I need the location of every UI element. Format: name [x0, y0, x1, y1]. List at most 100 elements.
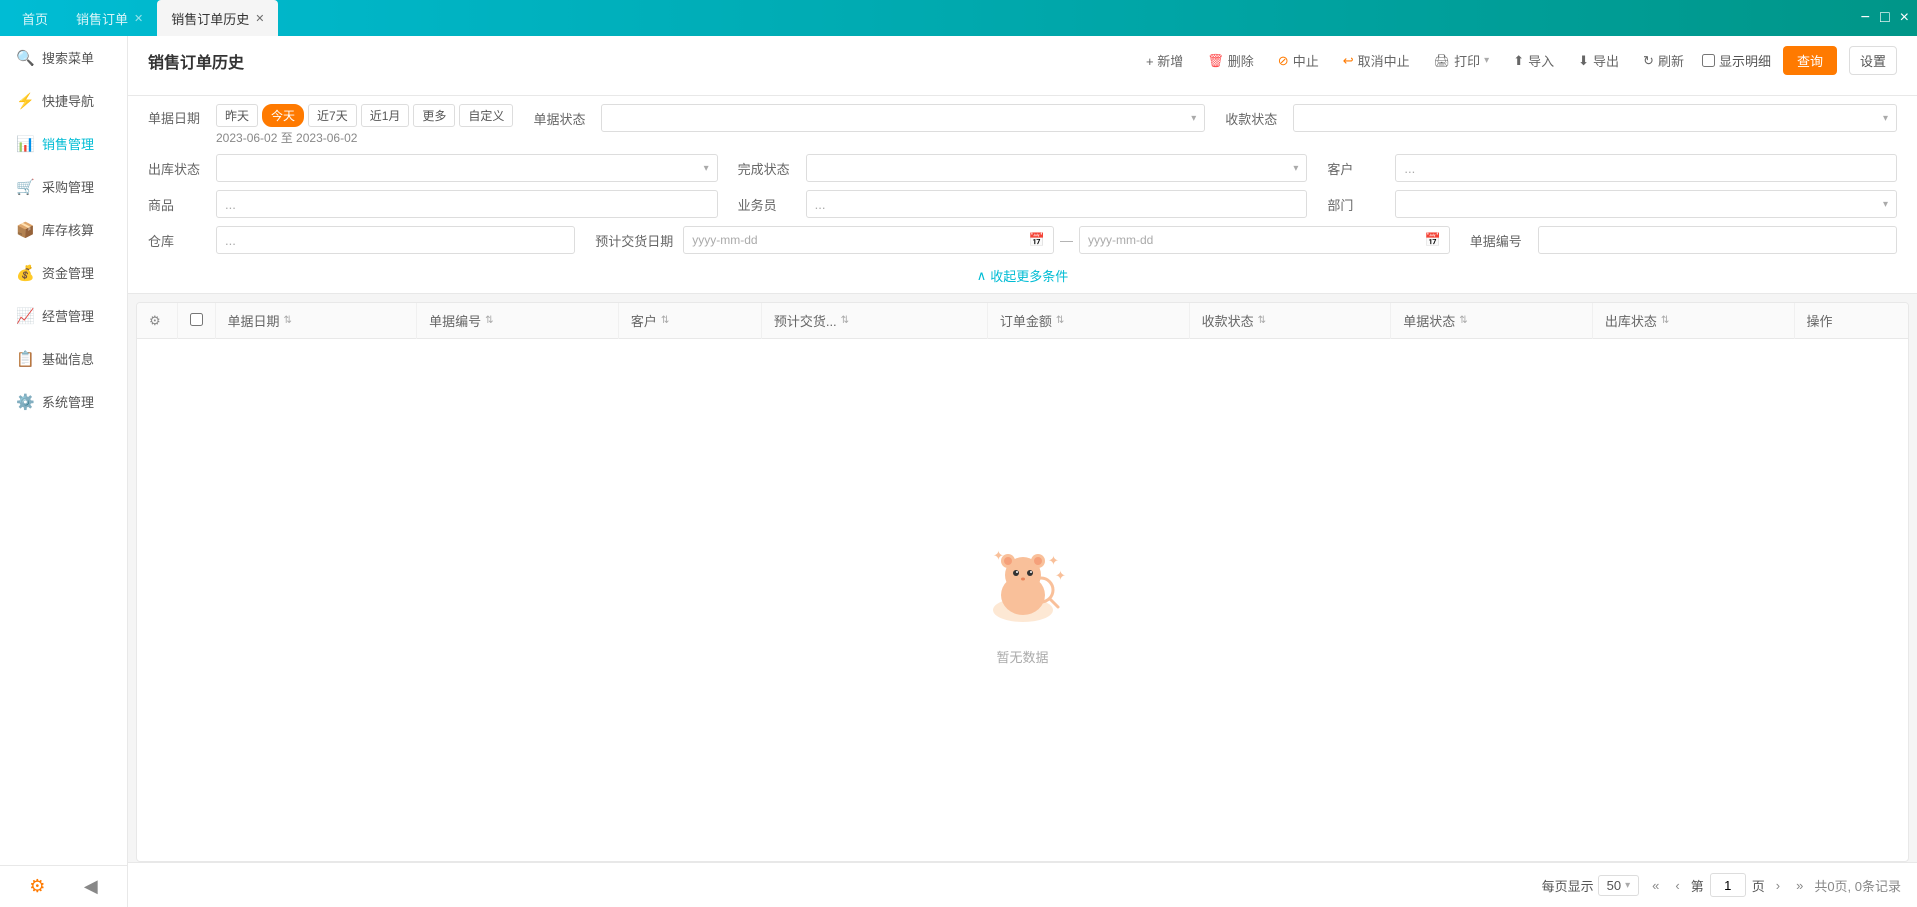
- warehouse-filter: 仓库 ...: [148, 226, 575, 254]
- delivery-date-start[interactable]: yyyy-mm-dd 📅: [683, 226, 1054, 254]
- product-label: 商品: [148, 195, 208, 214]
- page-size-select: 每页显示 50 ▾: [1542, 875, 1640, 896]
- select-all-checkbox[interactable]: [190, 313, 203, 326]
- col-date-sort[interactable]: 单据日期 ⇅: [228, 311, 405, 330]
- pagination: 每页显示 50 ▾ « ‹ 第 页 › » 共0页, 0条记录: [128, 862, 1917, 907]
- delete-button[interactable]: 🗑 删除: [1201, 47, 1260, 74]
- tab-home[interactable]: 首页: [8, 0, 62, 36]
- minimize-btn[interactable]: −: [1861, 9, 1870, 27]
- import-button[interactable]: ⬆ 导入: [1507, 47, 1560, 74]
- date-btn-1month[interactable]: 近1月: [361, 104, 410, 127]
- col-order-amount-sort-icon: ⇅: [1056, 315, 1064, 326]
- collapse-bar[interactable]: ∧ 收起更多条件: [148, 262, 1897, 289]
- col-expected-delivery-sort[interactable]: 预计交货... ⇅: [774, 311, 975, 330]
- date-btn-more[interactable]: 更多: [413, 104, 455, 127]
- date-btn-7days[interactable]: 近7天: [308, 104, 357, 127]
- sidebar-item-inventory[interactable]: 📦 库存核算: [0, 208, 127, 251]
- sidebar: 🔍 搜索菜单 ⚡ 快捷导航 📊 销售管理 🛒 采购管理 📦 库存核算 💰 资金管…: [0, 36, 128, 907]
- new-button[interactable]: + 新增: [1140, 47, 1189, 74]
- page-number-input[interactable]: [1710, 873, 1746, 897]
- tab-sales-order-history[interactable]: 销售订单历史 ✕: [157, 0, 278, 36]
- next-page-button[interactable]: ›: [1771, 876, 1785, 895]
- maximize-btn[interactable]: □: [1880, 9, 1890, 27]
- col-number: 单据编号 ⇅: [417, 303, 619, 339]
- expected-delivery-filter: 预计交货日期 yyyy-mm-dd 📅 — yyyy-mm-dd 📅: [595, 226, 1450, 254]
- col-delivery-status-sort[interactable]: 出库状态 ⇅: [1605, 311, 1782, 330]
- delivery-status-select[interactable]: ▾: [216, 154, 718, 182]
- sidebar-item-sales-mgmt[interactable]: 📊 销售管理: [0, 122, 127, 165]
- warehouse-input[interactable]: ...: [216, 226, 575, 254]
- tab-sales-order-history-close[interactable]: ✕: [255, 12, 264, 25]
- order-number-label: 单据编号: [1470, 231, 1530, 250]
- department-arrow-icon: ▾: [1883, 199, 1888, 210]
- filter-row-1: 单据日期 昨天 今天 近7天 近1月 更多 自定义 2023-06-02 至 2…: [148, 104, 1897, 146]
- sidebar-item-search-menu[interactable]: 🔍 搜索菜单: [0, 36, 127, 79]
- table-settings-icon[interactable]: ⚙: [149, 313, 161, 328]
- payment-status-select[interactable]: ▾: [1293, 104, 1897, 132]
- sidebar-item-operations[interactable]: 📈 经营管理: [0, 294, 127, 337]
- window-controls: − □ ×: [1861, 9, 1909, 27]
- export-button[interactable]: ⬇ 导出: [1572, 47, 1625, 74]
- delivery-status-arrow-icon: ▾: [704, 163, 709, 174]
- col-date-sort-icon: ⇅: [284, 315, 292, 326]
- refresh-button[interactable]: ↻ 刷新: [1637, 47, 1690, 74]
- table-area: ⚙ 单据日期 ⇅: [136, 302, 1909, 862]
- tab-sales-order-close[interactable]: ✕: [134, 12, 143, 25]
- sidebar-item-finance[interactable]: 💰 资金管理: [0, 251, 127, 294]
- empty-text: 暂无数据: [996, 647, 1048, 666]
- product-filter: 商品 ...: [148, 190, 718, 218]
- col-order-status-sort[interactable]: 单据状态 ⇅: [1403, 311, 1580, 330]
- date-btn-yesterday[interactable]: 昨天: [216, 104, 258, 127]
- operations-icon: 📈: [16, 307, 34, 325]
- sidebar-item-quick-nav[interactable]: ⚡ 快捷导航: [0, 79, 127, 122]
- tab-sales-order[interactable]: 销售订单 ✕: [62, 0, 157, 36]
- col-delivery-status-sort-icon: ⇅: [1661, 315, 1669, 326]
- order-number-input[interactable]: [1538, 226, 1897, 254]
- salesperson-input[interactable]: ...: [806, 190, 1308, 218]
- display-detail-check[interactable]: [1702, 54, 1715, 67]
- date-btn-today[interactable]: 今天: [262, 104, 304, 127]
- cancel-stop-button[interactable]: ↩ 取消中止: [1337, 47, 1416, 74]
- col-customer-sort-icon: ⇅: [661, 315, 669, 326]
- salesperson-filter: 业务员 ...: [738, 190, 1308, 218]
- sidebar-collapse-icon[interactable]: ◀: [84, 876, 98, 897]
- completion-status-arrow-icon: ▾: [1293, 163, 1298, 174]
- settings-button[interactable]: 设置: [1849, 46, 1897, 75]
- col-number-sort[interactable]: 单据编号 ⇅: [429, 311, 606, 330]
- top-bar: 首页 销售订单 ✕ 销售订单历史 ✕ − □ ×: [0, 0, 1917, 36]
- sidebar-settings-icon[interactable]: ⚙: [29, 876, 45, 897]
- prev-page-button[interactable]: ‹: [1670, 876, 1684, 895]
- stop-button[interactable]: ⊘ 中止: [1272, 47, 1325, 74]
- col-customer-sort[interactable]: 客户 ⇅: [631, 311, 749, 330]
- col-order-amount-sort[interactable]: 订单金额 ⇅: [1000, 311, 1177, 330]
- product-input[interactable]: ...: [216, 190, 718, 218]
- payment-status-label: 收款状态: [1225, 109, 1285, 128]
- col-payment-status-sort-icon: ⇅: [1258, 315, 1266, 326]
- col-expected-delivery: 预计交货... ⇅: [761, 303, 987, 339]
- svg-text:✦: ✦: [993, 548, 1004, 563]
- sidebar-item-basic-info[interactable]: 📋 基础信息: [0, 337, 127, 380]
- completion-status-select[interactable]: ▾: [806, 154, 1308, 182]
- query-button[interactable]: 查询: [1783, 46, 1837, 75]
- customer-filter: 客户 ...: [1327, 154, 1897, 182]
- col-payment-status-sort[interactable]: 收款状态 ⇅: [1202, 311, 1379, 330]
- display-detail-checkbox[interactable]: 显示明细: [1702, 51, 1771, 70]
- date-btn-custom[interactable]: 自定义: [459, 104, 513, 127]
- first-page-button[interactable]: «: [1647, 876, 1664, 895]
- order-status-select[interactable]: ▾: [601, 104, 1205, 132]
- sidebar-item-purchase-mgmt[interactable]: 🛒 采购管理: [0, 165, 127, 208]
- sidebar-item-system-mgmt[interactable]: ⚙️ 系统管理: [0, 380, 127, 423]
- page-size-dropdown[interactable]: 50 ▾: [1598, 875, 1640, 896]
- data-table: ⚙ 单据日期 ⇅: [137, 303, 1908, 339]
- last-page-button[interactable]: »: [1791, 876, 1808, 895]
- completion-status-label: 完成状态: [738, 159, 798, 178]
- customer-input[interactable]: ...: [1395, 154, 1897, 182]
- print-button[interactable]: 🖨 打印 ▾: [1428, 47, 1496, 74]
- delivery-date-end[interactable]: yyyy-mm-dd 📅: [1079, 226, 1450, 254]
- main-layout: 🔍 搜索菜单 ⚡ 快捷导航 📊 销售管理 🛒 采购管理 📦 库存核算 💰 资金管…: [0, 36, 1917, 907]
- close-btn[interactable]: ×: [1900, 9, 1909, 27]
- order-status-filter: 单据状态 ▾: [533, 104, 1205, 132]
- quick-nav-icon: ⚡: [16, 92, 34, 110]
- department-select[interactable]: ▾: [1395, 190, 1897, 218]
- collapse-icon: ∧: [977, 268, 987, 284]
